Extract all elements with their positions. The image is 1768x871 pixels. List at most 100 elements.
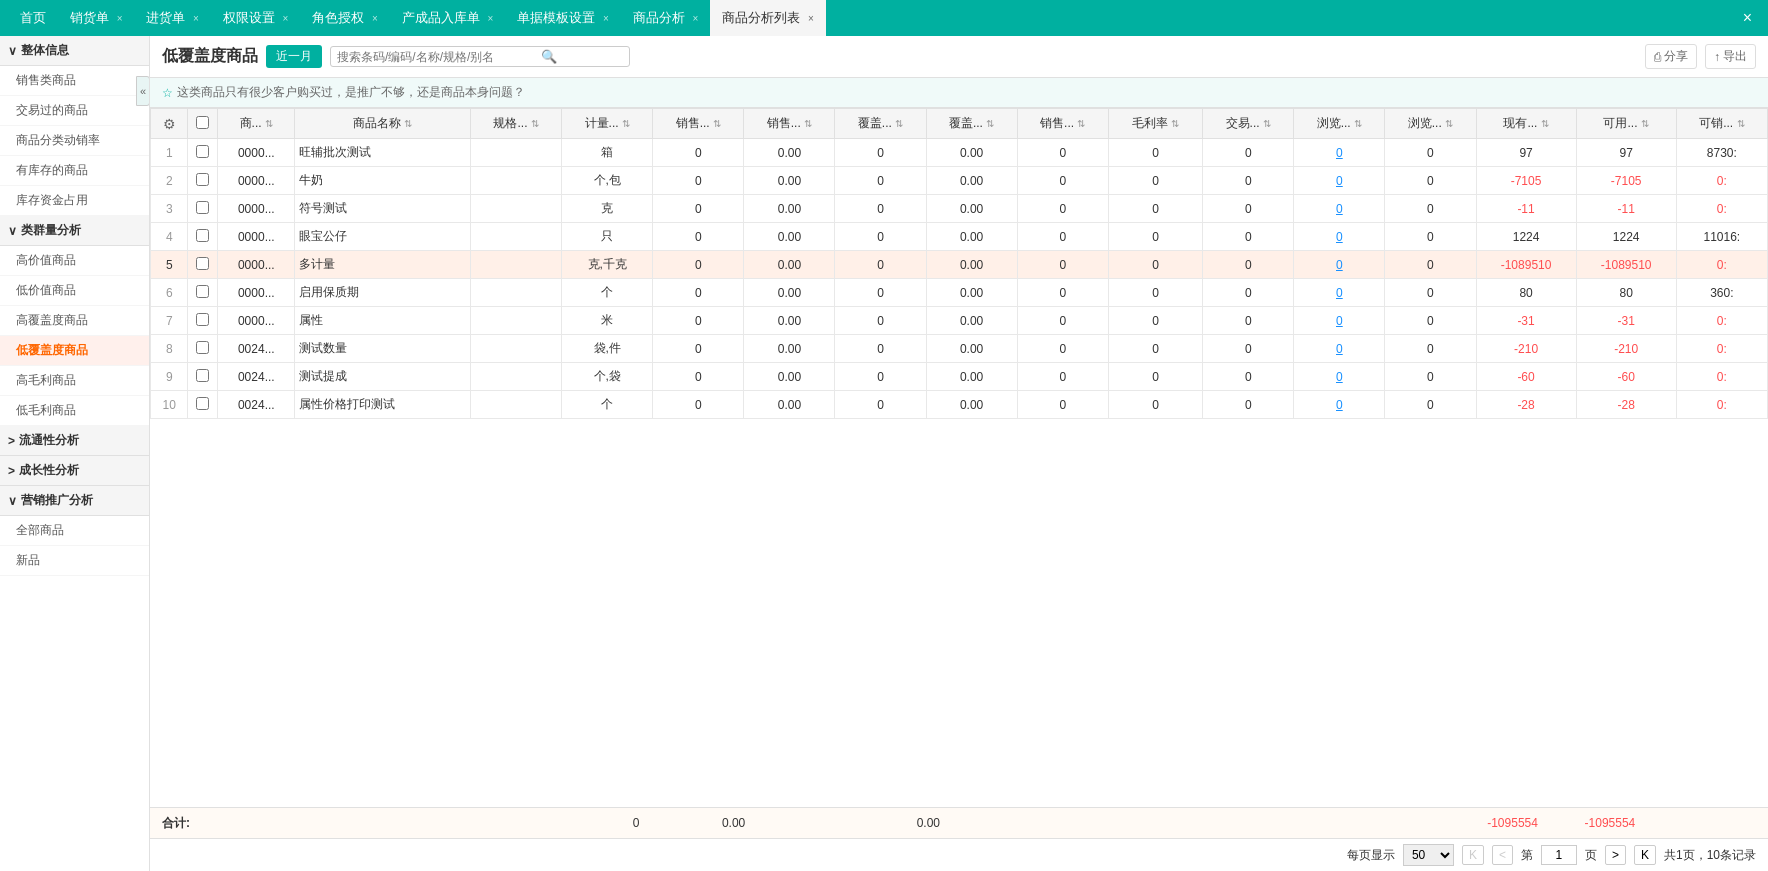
export-btn[interactable]: ↑ 导出 (1705, 44, 1756, 69)
sidebar-item-sales-goods[interactable]: 销售类商品 (0, 66, 149, 96)
col-margin[interactable]: 毛利率 ⇅ (1108, 109, 1202, 139)
last-page-btn[interactable]: K (1634, 845, 1656, 865)
per-page-select[interactable]: 50 10 20 100 (1403, 844, 1454, 866)
row-browse1[interactable]: 0 (1294, 363, 1385, 391)
row-browse1[interactable]: 0 (1294, 167, 1385, 195)
date-filter-btn[interactable]: 近一月 (266, 45, 322, 68)
col-name[interactable]: 商品名称 ⇅ (295, 109, 471, 139)
total-cov2: 0.00 (880, 814, 977, 832)
nav-product-analysis[interactable]: 商品分析 × (621, 0, 710, 36)
col-coverage2[interactable]: 覆盖... ⇅ (926, 109, 1017, 139)
sidebar-collapse-btn[interactable]: « (136, 76, 150, 106)
select-all-checkbox[interactable] (196, 116, 209, 129)
sidebar-item-high-value[interactable]: 高价值商品 (0, 246, 149, 276)
nav-sales[interactable]: 销货单 × (58, 0, 134, 36)
sidebar-item-stocked-goods[interactable]: 有库存的商品 (0, 156, 149, 186)
sidebar-section-flow[interactable]: > 流通性分析 (0, 426, 149, 456)
col-sales3[interactable]: 销售... ⇅ (1017, 109, 1108, 139)
nav-product-analysis-list[interactable]: 商品分析列表 × (710, 0, 825, 36)
table-container: ⚙ 商... ⇅ 商品名称 ⇅ 规格... ⇅ 计量... ⇅ 销售... ⇅ … (150, 108, 1768, 807)
sidebar-item-all-goods[interactable]: 全部商品 (0, 516, 149, 546)
sidebar-item-high-coverage[interactable]: 高覆盖度商品 (0, 306, 149, 336)
next-page-btn[interactable]: > (1605, 845, 1626, 865)
col-current[interactable]: 现有... ⇅ (1476, 109, 1576, 139)
row-current: -31 (1476, 307, 1576, 335)
row-checkbox[interactable] (188, 167, 218, 195)
nav-close-purchase[interactable]: × (193, 13, 199, 24)
col-checkbox[interactable] (188, 109, 218, 139)
nav-close-analysis-list[interactable]: × (808, 13, 814, 24)
col-browse2[interactable]: 浏览... ⇅ (1385, 109, 1476, 139)
main-layout: ∨ 整体信息 销售类商品 交易过的商品 商品分类动销率 有库存的商品 库存资金占… (0, 36, 1768, 871)
row-name: 符号测试 (295, 195, 471, 223)
row-checkbox[interactable] (188, 279, 218, 307)
col-available[interactable]: 可用... ⇅ (1576, 109, 1676, 139)
col-sales-amount[interactable]: 销售... ⇅ (744, 109, 835, 139)
share-btn[interactable]: ⎙ 分享 (1645, 44, 1697, 69)
search-input[interactable] (337, 50, 537, 64)
row-spec (471, 363, 562, 391)
row-checkbox[interactable] (188, 195, 218, 223)
nav-purchase[interactable]: 进货单 × (134, 0, 210, 36)
row-sales3: 0 (1017, 167, 1108, 195)
sidebar-item-traded-goods[interactable]: 交易过的商品 (0, 96, 149, 126)
col-code[interactable]: 商... ⇅ (218, 109, 295, 139)
search-icon[interactable]: 🔍 (541, 49, 557, 64)
row-name: 牛奶 (295, 167, 471, 195)
row-checkbox[interactable] (188, 223, 218, 251)
nav-close-product[interactable]: × (488, 13, 494, 24)
row-checkbox[interactable] (188, 335, 218, 363)
nav-home[interactable]: 首页 (8, 0, 58, 36)
row-checkbox[interactable] (188, 251, 218, 279)
nav-permission[interactable]: 权限设置 × (211, 0, 300, 36)
col-browse1[interactable]: 浏览... ⇅ (1294, 109, 1385, 139)
sidebar-section-cluster[interactable]: ∨ 类群量分析 (0, 216, 149, 246)
row-checkbox[interactable] (188, 363, 218, 391)
col-settings[interactable]: ⚙ (151, 109, 188, 139)
nav-role[interactable]: 角色授权 × (300, 0, 389, 36)
sidebar-section-marketing[interactable]: ∨ 营销推广分析 (0, 486, 149, 516)
nav-product-warehouse[interactable]: 产成品入库单 × (390, 0, 505, 36)
col-sellable[interactable]: 可销... ⇅ (1676, 109, 1767, 139)
nav-close-role[interactable]: × (372, 13, 378, 24)
sidebar-item-low-coverage[interactable]: 低覆盖度商品 (0, 336, 149, 366)
nav-close-permission[interactable]: × (283, 13, 289, 24)
nav-template[interactable]: 单据模板设置 × (505, 0, 620, 36)
col-trade[interactable]: 交易... ⇅ (1203, 109, 1294, 139)
row-checkbox[interactable] (188, 139, 218, 167)
page-number-input[interactable] (1541, 845, 1577, 865)
sidebar-item-new-goods[interactable]: 新品 (0, 546, 149, 576)
sidebar-item-category-rate[interactable]: 商品分类动销率 (0, 126, 149, 156)
prev-page-btn[interactable]: < (1492, 845, 1513, 865)
sidebar-section-growth[interactable]: > 成长性分析 (0, 456, 149, 486)
sidebar-growth-label: 成长性分析 (19, 462, 79, 479)
col-spec[interactable]: 规格... ⇅ (471, 109, 562, 139)
row-browse1[interactable]: 0 (1294, 391, 1385, 419)
first-page-btn[interactable]: K (1462, 845, 1484, 865)
sidebar-item-low-value[interactable]: 低价值商品 (0, 276, 149, 306)
export-icon: ↑ (1714, 50, 1720, 64)
sidebar-cluster-label: 类群量分析 (21, 222, 81, 239)
row-browse1[interactable]: 0 (1294, 223, 1385, 251)
total-empty3 (393, 814, 490, 832)
nav-close-template[interactable]: × (603, 13, 609, 24)
row-browse1[interactable]: 0 (1294, 195, 1385, 223)
col-coverage1[interactable]: 覆盖... ⇅ (835, 109, 926, 139)
col-sales-count[interactable]: 销售... ⇅ (653, 109, 744, 139)
sidebar-item-low-margin[interactable]: 低毛利商品 (0, 396, 149, 426)
total-empty9 (1269, 814, 1366, 832)
nav-close-analysis[interactable]: × (692, 13, 698, 24)
row-checkbox[interactable] (188, 391, 218, 419)
row-browse1[interactable]: 0 (1294, 251, 1385, 279)
row-browse1[interactable]: 0 (1294, 279, 1385, 307)
col-unit[interactable]: 计量... ⇅ (562, 109, 653, 139)
sidebar-item-inventory-fund[interactable]: 库存资金占用 (0, 186, 149, 216)
sidebar-item-high-margin[interactable]: 高毛利商品 (0, 366, 149, 396)
row-browse1[interactable]: 0 (1294, 139, 1385, 167)
row-browse1[interactable]: 0 (1294, 307, 1385, 335)
row-checkbox[interactable] (188, 307, 218, 335)
nav-close-sales[interactable]: × (117, 13, 123, 24)
row-browse1[interactable]: 0 (1294, 335, 1385, 363)
window-close-btn[interactable]: × (1735, 9, 1760, 27)
sidebar-section-overall[interactable]: ∨ 整体信息 (0, 36, 149, 66)
